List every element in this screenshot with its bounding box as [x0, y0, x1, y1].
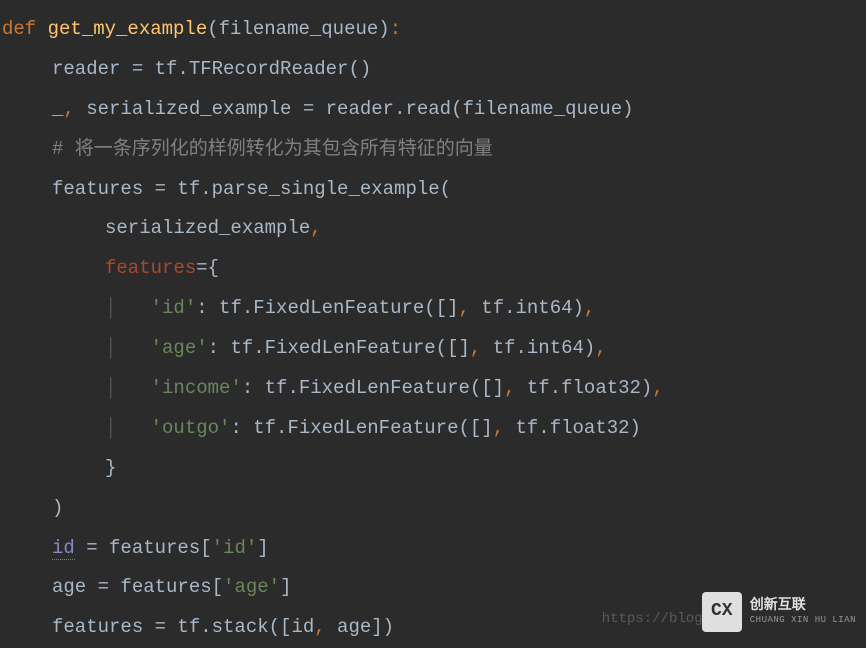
comma: ,	[314, 616, 325, 638]
code-text: : tf.FixedLenFeature([]	[196, 297, 458, 319]
comma: ,	[470, 337, 481, 359]
code-line-7: features={	[0, 249, 866, 289]
watermark: CX 创新互联 CHUANG XIN HU LIAN	[702, 592, 856, 632]
indent-guide: │	[105, 337, 151, 359]
code-text: serialized_example	[105, 217, 310, 239]
code-line-3: _, serialized_example = reader.read(file…	[0, 90, 866, 130]
code-line-6: serialized_example,	[0, 209, 866, 249]
indent-guide: │	[105, 377, 151, 399]
comma: ,	[504, 377, 515, 399]
watermark-url: https://blog.	[602, 605, 711, 634]
code-text: features = tf.parse_single_example(	[52, 178, 451, 200]
watermark-cn: 创新互联	[750, 598, 856, 615]
comma: ,	[652, 377, 663, 399]
comment: # 将一条序列化的样例转化为其包含所有特征的向量	[52, 138, 493, 160]
indent-guide: │	[105, 417, 151, 439]
comma: ,	[63, 98, 74, 120]
code-text: reader = tf.TFRecordReader()	[52, 58, 371, 80]
colon: :	[390, 18, 401, 40]
builtin-id: id	[52, 537, 75, 560]
comma: ,	[584, 297, 595, 319]
code-line-12: }	[0, 449, 866, 489]
string-quote: '	[230, 377, 241, 399]
bracket-close: ]	[257, 537, 268, 559]
paren-open: (	[207, 18, 218, 40]
code-line-1: def get_my_example(filename_queue):	[0, 10, 866, 50]
code-line-10: │ 'income': tf.FixedLenFeature([], tf.fl…	[0, 369, 866, 409]
code-line-9: │ 'age': tf.FixedLenFeature([], tf.int64…	[0, 329, 866, 369]
code-text: ={	[196, 257, 219, 279]
string-quote: '	[223, 576, 234, 598]
indent-guide: │	[105, 297, 151, 319]
brace-close: }	[105, 457, 116, 479]
comma: ,	[458, 297, 469, 319]
paren-close: )	[52, 497, 63, 519]
keyword-def: def	[2, 18, 48, 40]
string-quote: '	[151, 297, 162, 319]
code-text: serialized_example = reader.read(filenam…	[75, 98, 634, 120]
watermark-logo-icon: CX	[702, 592, 742, 632]
string-quote: '	[196, 337, 207, 359]
code-text: age = features[	[52, 576, 223, 598]
code-text: tf.int64)	[470, 297, 584, 319]
comma: ,	[310, 217, 321, 239]
code-line-2: reader = tf.TFRecordReader()	[0, 50, 866, 90]
string-key: id	[223, 537, 246, 559]
dict-key: id	[162, 297, 185, 319]
param: filename_queue	[219, 18, 379, 40]
code-text: features = tf.stack([id	[52, 616, 314, 638]
watermark-text: 创新互联 CHUANG XIN HU LIAN	[750, 598, 856, 626]
code-text: : tf.FixedLenFeature([]	[230, 417, 492, 439]
code-line-8: │ 'id': tf.FixedLenFeature([], tf.int64)…	[0, 289, 866, 329]
code-line-5: features = tf.parse_single_example(	[0, 170, 866, 210]
string-quote: '	[219, 417, 230, 439]
watermark-en: CHUANG XIN HU LIAN	[750, 615, 856, 626]
string-quote: '	[212, 537, 223, 559]
string-quote: '	[151, 377, 162, 399]
string-quote: '	[151, 337, 162, 359]
code-editor[interactable]: def get_my_example(filename_queue): read…	[0, 10, 866, 648]
dict-key: income	[162, 377, 230, 399]
string-quote: '	[246, 537, 257, 559]
code-text: : tf.FixedLenFeature([]	[242, 377, 504, 399]
comma: ,	[595, 337, 606, 359]
underscore: _	[52, 98, 63, 120]
bracket-close: ]	[280, 576, 291, 598]
code-line-13: )	[0, 489, 866, 529]
code-text: = features[	[75, 537, 212, 559]
function-name: get_my_example	[48, 18, 208, 40]
string-key: age	[234, 576, 268, 598]
code-text: : tf.FixedLenFeature([]	[208, 337, 470, 359]
code-line-4: # 将一条序列化的样例转化为其包含所有特征的向量	[0, 130, 866, 170]
code-line-14: id = features['id']	[0, 529, 866, 569]
string-quote: '	[185, 297, 196, 319]
code-line-11: │ 'outgo': tf.FixedLenFeature([], tf.flo…	[0, 409, 866, 449]
code-text: age])	[326, 616, 394, 638]
dict-key: outgo	[162, 417, 219, 439]
param-keyword: features	[105, 257, 196, 279]
code-text: tf.float32)	[516, 377, 653, 399]
string-quote: '	[269, 576, 280, 598]
paren-close: )	[378, 18, 389, 40]
comma: ,	[493, 417, 504, 439]
code-text: tf.int64)	[481, 337, 595, 359]
dict-key: age	[162, 337, 196, 359]
code-text: tf.float32)	[504, 417, 641, 439]
string-quote: '	[151, 417, 162, 439]
